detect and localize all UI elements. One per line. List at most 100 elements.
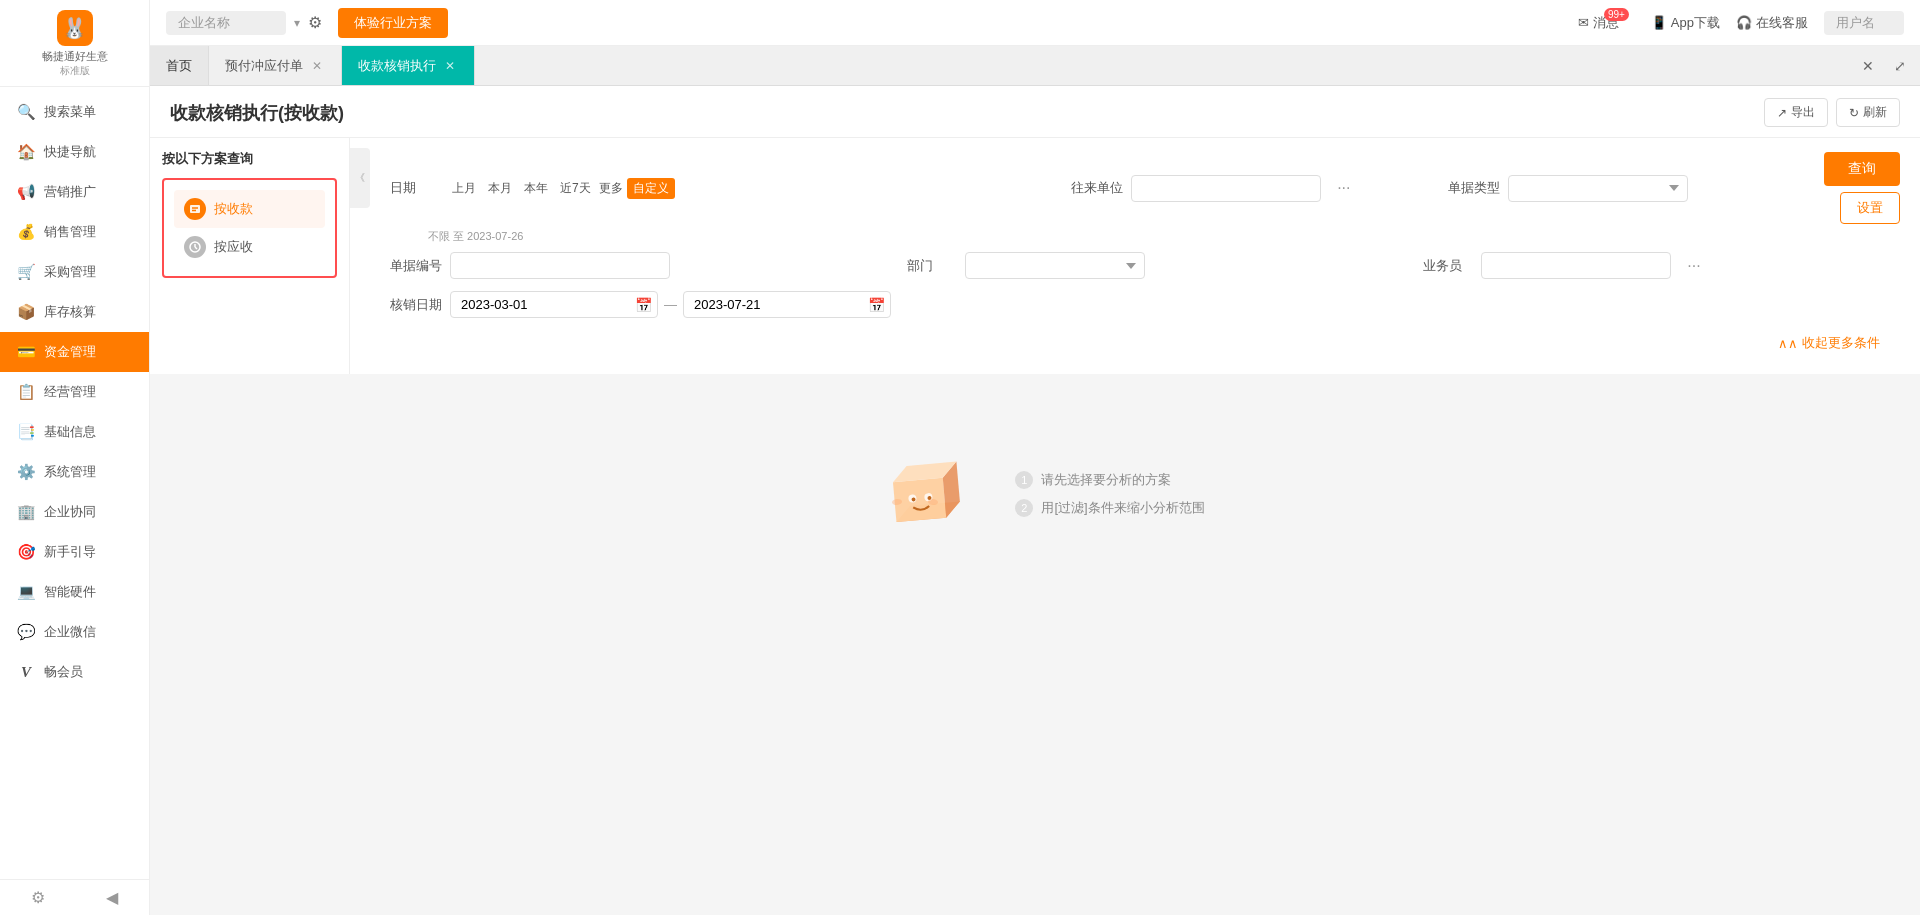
topbar-brand: 企业名称 <box>166 11 286 35</box>
sidebar-item-wechat[interactable]: 💬 企业微信 <box>0 612 149 652</box>
sidebar-item-enterprise[interactable]: 🏢 企业协同 <box>0 492 149 532</box>
sidebar-item-label: 采购管理 <box>44 263 96 281</box>
this-month-shortcut[interactable]: 本月 <box>484 178 516 199</box>
this-year-shortcut[interactable]: 本年 <box>520 178 552 199</box>
writeoff-date-end-wrap: 📅 <box>683 291 891 318</box>
sidebar-item-label: 系统管理 <box>44 463 96 481</box>
collapse-more-button[interactable]: ∧∧ 收起更多条件 <box>390 330 1900 360</box>
sidebar-item-operations[interactable]: 📋 经营管理 <box>0 372 149 412</box>
inventory-icon: 📦 <box>16 302 36 322</box>
custom-shortcut[interactable]: 自定义 <box>627 178 675 199</box>
filter-row-2: 单据编号 部门 业务员 ··· <box>390 252 1900 279</box>
staff-more-icon[interactable]: ··· <box>1679 253 1708 279</box>
close-tab-icon[interactable]: ✕ <box>1856 54 1880 78</box>
query-button[interactable]: 查询 <box>1824 152 1900 186</box>
filter-option-by-receipt[interactable]: 按收款 <box>174 190 325 228</box>
counterpart-more-icon[interactable]: ··· <box>1329 175 1358 201</box>
solution-button[interactable]: 体验行业方案 <box>338 8 448 38</box>
date-unlimited-hint: 不限 至 2023-07-26 <box>428 228 1900 244</box>
tab-prepay[interactable]: 预付冲应付单 ✕ <box>209 46 342 85</box>
sidebar-item-inventory[interactable]: 📦 库存核算 <box>0 292 149 332</box>
export-button[interactable]: ↗ 导出 <box>1764 98 1828 127</box>
filter-option-by-receipt-label: 按收款 <box>214 200 253 218</box>
more-shortcut[interactable]: 更多 <box>599 180 623 197</box>
svg-marker-7 <box>893 478 946 522</box>
tab-home[interactable]: 首页 <box>150 46 209 85</box>
doc-type-label: 单据类型 <box>1448 179 1500 197</box>
writeoff-date-group: 📅 — 📅 <box>450 291 891 318</box>
receipt-option-icon <box>184 198 206 220</box>
filter-group-date: 日期 上月 本月 本年 近7天 更多 自定义 <box>390 178 675 199</box>
app-icon: 📱 <box>1651 15 1667 30</box>
refresh-button[interactable]: ↻ 刷新 <box>1836 98 1900 127</box>
finance-icon: 💳 <box>16 342 36 362</box>
filter-option-by-receivable[interactable]: 按应收 <box>174 228 325 266</box>
sidebar-item-label: 快捷导航 <box>44 143 96 161</box>
basic-icon: 📑 <box>16 422 36 442</box>
topbar: 企业名称 ▾ ⚙ 体验行业方案 ✉ 消息 99+ 📱 App下载 🎧 在线客服 … <box>150 0 1920 46</box>
last-month-shortcut[interactable]: 上月 <box>448 178 480 199</box>
counterpart-input[interactable] <box>1131 175 1321 202</box>
filter-options-box: 按收款 按应收 <box>162 178 337 278</box>
filter-group-dept: 部门 <box>907 252 1384 279</box>
sidebar-item-purchase[interactable]: 🛒 采购管理 <box>0 252 149 292</box>
topbar-gear-icon[interactable]: ⚙ <box>308 13 322 32</box>
doc-no-input[interactable] <box>450 252 670 279</box>
brand-dropdown-icon[interactable]: ▾ <box>294 16 300 30</box>
filter-sidebar-title: 按以下方案查询 <box>162 150 337 168</box>
sidebar-item-hardware[interactable]: 💻 智能硬件 <box>0 572 149 612</box>
empty-hint-1-text: 请先选择要分析的方案 <box>1041 471 1171 489</box>
sidebar-item-system[interactable]: ⚙️ 系统管理 <box>0 452 149 492</box>
filter-collapse-button[interactable]: 《 <box>350 148 370 208</box>
filter-option-by-receivable-label: 按应收 <box>214 238 253 256</box>
date-separator: — <box>664 297 677 312</box>
doc-type-select[interactable] <box>1508 175 1688 202</box>
sidebar-item-guide[interactable]: 🎯 新手引导 <box>0 532 149 572</box>
filter-sidebar: 按以下方案查询 按收款 <box>150 138 350 374</box>
expand-tab-icon[interactable]: ⤢ <box>1888 54 1912 78</box>
sidebar-item-finance[interactable]: 💳 资金管理 <box>0 332 149 372</box>
export-icon: ↗ <box>1777 106 1787 120</box>
last-7-days-shortcut[interactable]: 近7天 <box>556 178 595 199</box>
settings-icon[interactable]: ⚙ <box>31 888 45 907</box>
page-header: 收款核销执行(按收款) ↗ 导出 ↻ 刷新 <box>150 86 1920 138</box>
tab-home-label: 首页 <box>166 57 192 75</box>
staff-input[interactable] <box>1481 252 1671 279</box>
sidebar-item-label: 库存核算 <box>44 303 96 321</box>
app-download-button[interactable]: 📱 App下载 <box>1651 14 1720 32</box>
tab-receivable-close-icon[interactable]: ✕ <box>442 58 458 74</box>
dept-select[interactable] <box>965 252 1145 279</box>
sidebar-item-label: 搜索菜单 <box>44 103 96 121</box>
setting-button[interactable]: 设置 <box>1840 192 1900 224</box>
tabbar: 首页 预付冲应付单 ✕ 收款核销执行 ✕ ✕ ⤢ <box>150 46 1920 86</box>
message-button[interactable]: ✉ 消息 99+ <box>1578 14 1619 32</box>
filter-group-staff: 业务员 ··· <box>1423 252 1900 279</box>
filter-group-writeoff-date: 核销日期 📅 — 📅 <box>390 291 1900 318</box>
writeoff-date-end-input[interactable] <box>683 291 891 318</box>
sidebar-item-basic[interactable]: 📑 基础信息 <box>0 412 149 452</box>
empty-state: 1 请先选择要分析的方案 2 用[过滤]条件来缩小分析范围 <box>150 374 1920 614</box>
writeoff-date-label: 核销日期 <box>390 296 442 314</box>
writeoff-date-start-wrap: 📅 <box>450 291 658 318</box>
sidebar-item-label: 畅会员 <box>44 663 83 681</box>
tab-receivable-label: 收款核销执行 <box>358 57 436 75</box>
svg-line-5 <box>195 247 197 249</box>
tab-receivable[interactable]: 收款核销执行 ✕ <box>342 46 475 85</box>
collapse-sidebar-icon[interactable]: ◀ <box>106 888 118 907</box>
sidebar-item-member[interactable]: V 畅会员 <box>0 652 149 692</box>
service-button[interactable]: 🎧 在线客服 <box>1736 14 1808 32</box>
sidebar-item-search[interactable]: 🔍 搜索菜单 <box>0 92 149 132</box>
sidebar-item-marketing[interactable]: 📢 营销推广 <box>0 172 149 212</box>
home-icon: 🏠 <box>16 142 36 162</box>
user-info[interactable]: 用户名 <box>1824 11 1904 35</box>
tab-prepay-close-icon[interactable]: ✕ <box>309 58 325 74</box>
sidebar: 🐰 畅捷通好生意 标准版 🔍 搜索菜单 🏠 快捷导航 📢 营销推广 💰 销售管理… <box>0 0 150 915</box>
writeoff-date-start-input[interactable] <box>450 291 658 318</box>
message-badge: 99+ <box>1604 8 1629 21</box>
guide-icon: 🎯 <box>16 542 36 562</box>
sidebar-item-sales[interactable]: 💰 销售管理 <box>0 212 149 252</box>
date-label: 日期 <box>390 179 440 197</box>
counterpart-label: 往来单位 <box>1071 179 1123 197</box>
sidebar-item-quicknav[interactable]: 🏠 快捷导航 <box>0 132 149 172</box>
hardware-icon: 💻 <box>16 582 36 602</box>
